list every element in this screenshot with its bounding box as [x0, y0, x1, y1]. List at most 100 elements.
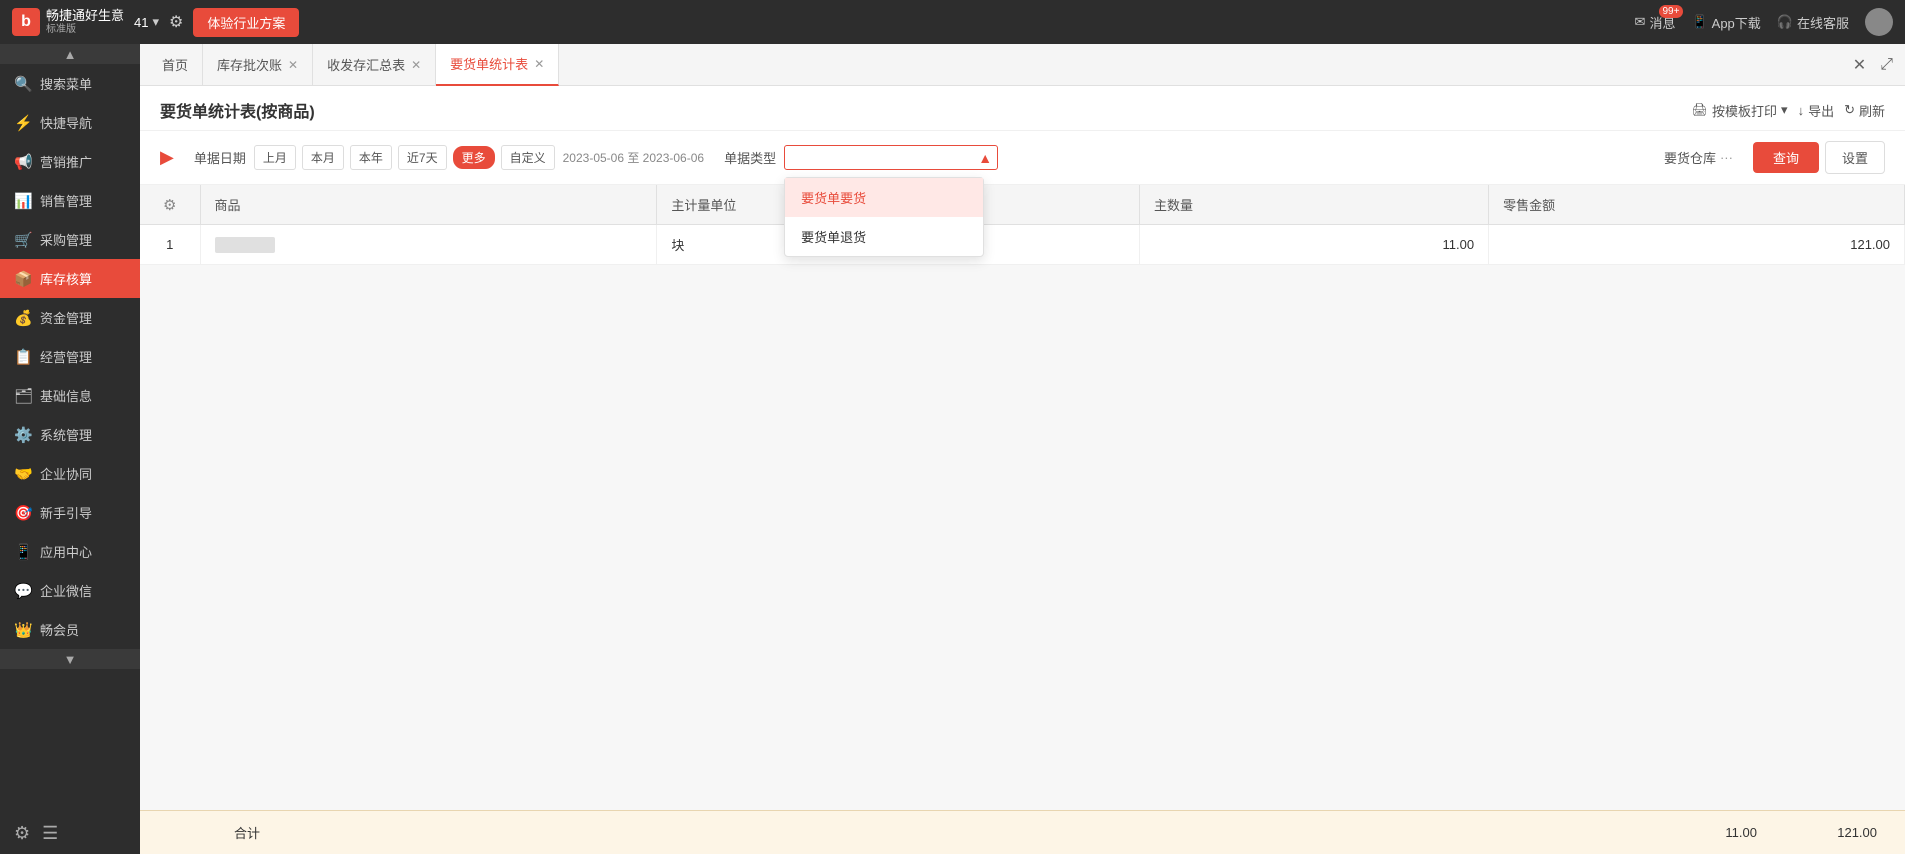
app-name: 畅捷通好生意 — [46, 8, 124, 24]
date-btn-custom[interactable]: 自定义 — [501, 145, 555, 170]
chevron-down-icon: ▾ — [152, 14, 159, 30]
trial-button[interactable]: 体验行业方案 — [193, 8, 299, 37]
sidebar-item-member[interactable]: 👑 畅会员 — [0, 610, 140, 649]
dropdown-item-return-label: 要货单退货 — [801, 230, 866, 245]
sidebar-item-appcenter[interactable]: 📱 应用中心 — [0, 532, 140, 571]
date-btn-7days[interactable]: 近7天 — [398, 145, 447, 170]
tab-order-summary-label: 要货单统计表 — [450, 54, 528, 73]
sidebar-scroll-up[interactable]: ▲ — [0, 44, 140, 64]
date-range: 2023-05-06 至 2023-06-06 — [563, 149, 704, 166]
print-button[interactable]: 🖨 按模板打印 ▾ — [1692, 101, 1788, 120]
sidebar-item-enterprise[interactable]: 🤝 企业协同 — [0, 454, 140, 493]
col-settings[interactable]: ⚙ — [140, 185, 200, 225]
sidebar-item-enterprise-label: 企业协同 — [40, 464, 92, 483]
inventory-icon: 📦 — [14, 270, 32, 288]
col-quantity: 主数量 — [1139, 185, 1488, 225]
basic-icon: 🗂 — [14, 387, 32, 405]
main-layout: ▲ 🔍 搜索菜单 ⚡ 快捷导航 📢 营销推广 📊 销售管理 🛒 采购管理 📦 库… — [0, 44, 1905, 854]
export-button[interactable]: ↓ 导出 — [1798, 101, 1835, 120]
sidebar-item-guide[interactable]: 🎯 新手引导 — [0, 493, 140, 532]
gear-icon[interactable]: ⚙ — [169, 12, 183, 32]
tab-close-all-icon[interactable]: ✕ — [1849, 51, 1870, 79]
tab-order-summary[interactable]: 要货单统计表 ✕ — [436, 44, 559, 86]
type-chevron-icon[interactable]: ▲ — [978, 150, 992, 166]
download-icon: 📱 — [1691, 14, 1707, 30]
sidebar-item-marketing[interactable]: 📢 营销推广 — [0, 142, 140, 181]
messages-button[interactable]: ✉ 消息 99+ — [1635, 13, 1676, 32]
table-area: ⚙ 商品 主计量单位 主数量 零售金额 1 — [140, 185, 1905, 810]
sidebar-item-system[interactable]: ⚙️ 系统管理 — [0, 415, 140, 454]
sales-icon: 📊 — [14, 192, 32, 210]
online-service-button[interactable]: 🎧 在线客服 — [1777, 13, 1849, 32]
sidebar-item-basic[interactable]: 🗂 基础信息 — [0, 376, 140, 415]
service-icon: 🎧 — [1777, 14, 1793, 30]
sidebar-item-wechat[interactable]: 💬 企业微信 — [0, 571, 140, 610]
filter-expand-button[interactable]: ▶ — [160, 147, 174, 168]
footer-values: 11.00 121.00 — [1651, 825, 1891, 840]
sidebar-item-shortcut[interactable]: ⚡ 快捷导航 — [0, 103, 140, 142]
purchase-icon: 🛒 — [14, 231, 32, 249]
sidebar-item-inventory-label: 库存核算 — [40, 269, 92, 288]
dropdown-item-order[interactable]: 要货单要货 — [785, 178, 983, 217]
sidebar-item-marketing-label: 营销推广 — [40, 152, 92, 171]
sidebar-item-finance[interactable]: 💰 资金管理 — [0, 298, 140, 337]
sidebar-item-system-label: 系统管理 — [40, 425, 92, 444]
date-btn-this-month[interactable]: 本月 — [302, 145, 344, 170]
logo-text: 畅捷通好生意 标准版 — [46, 8, 124, 36]
date-btn-more[interactable]: 更多 — [453, 146, 495, 169]
tab-inventory-batch-close[interactable]: ✕ — [288, 58, 298, 72]
wechat-icon: 💬 — [14, 582, 32, 600]
query-button[interactable]: 查询 — [1753, 142, 1819, 173]
operation-icon: 📋 — [14, 348, 32, 366]
top-bar-right: ✉ 消息 99+ 📱 App下载 🎧 在线客服 — [1635, 8, 1893, 36]
date-filter-group: 单据日期 上月 本月 本年 近7天 更多 自定义 2023-05-06 至 20… — [194, 145, 704, 170]
tab-receipt-summary[interactable]: 收发存汇总表 ✕ — [313, 44, 436, 86]
sidebar-menu-icon[interactable]: ☰ — [42, 823, 58, 844]
col-settings-icon[interactable]: ⚙ — [163, 197, 176, 214]
sidebar-scroll-down[interactable]: ▼ — [0, 649, 140, 669]
warehouse-dots-icon[interactable]: ··· — [1720, 150, 1733, 165]
tab-maximize-icon[interactable]: ⤢ — [1876, 52, 1897, 78]
sidebar-item-purchase-label: 采购管理 — [40, 230, 92, 249]
type-input[interactable] — [784, 145, 998, 170]
sidebar-item-sales[interactable]: 📊 销售管理 — [0, 181, 140, 220]
search-icon: 🔍 — [14, 75, 32, 93]
finance-icon: 💰 — [14, 309, 32, 327]
settings-button[interactable]: 设置 — [1825, 141, 1885, 174]
guide-icon: 🎯 — [14, 504, 32, 522]
sidebar-settings-icon[interactable]: ⚙ — [14, 823, 30, 844]
date-shortcuts: 上月 本月 本年 近7天 更多 自定义 — [254, 145, 555, 170]
print-chevron: ▾ — [1781, 102, 1788, 118]
tab-order-summary-close[interactable]: ✕ — [534, 57, 544, 71]
table-row: 1 块 11.00 121.00 — [140, 225, 1905, 265]
sidebar-bottom: ⚙ ☰ — [0, 813, 140, 854]
store-selector[interactable]: 41 ▾ — [134, 14, 159, 30]
sidebar-item-purchase[interactable]: 🛒 采购管理 — [0, 220, 140, 259]
tab-receipt-summary-label: 收发存汇总表 — [327, 55, 405, 74]
footer-label: 合计 — [154, 823, 260, 842]
filter-buttons: 查询 设置 — [1753, 141, 1885, 174]
enterprise-icon: 🤝 — [14, 465, 32, 483]
tab-home[interactable]: 首页 — [148, 44, 203, 86]
refresh-button[interactable]: ↻ 刷新 — [1844, 101, 1885, 120]
col-product: 商品 — [200, 185, 657, 225]
tab-inventory-batch[interactable]: 库存批次账 ✕ — [203, 44, 313, 86]
online-service-label: 在线客服 — [1797, 13, 1849, 32]
sidebar-item-wechat-label: 企业微信 — [40, 581, 92, 600]
app-download-button[interactable]: 📱 App下载 — [1691, 13, 1760, 32]
dropdown-item-return[interactable]: 要货单退货 — [785, 217, 983, 256]
row-no: 1 — [140, 225, 200, 265]
row-quantity: 11.00 — [1139, 225, 1488, 265]
marketing-icon: 📢 — [14, 153, 32, 171]
avatar[interactable] — [1865, 8, 1893, 36]
tab-receipt-summary-close[interactable]: ✕ — [411, 58, 421, 72]
sidebar-item-inventory[interactable]: 📦 库存核算 — [0, 259, 140, 298]
message-icon: ✉ — [1635, 14, 1646, 30]
sidebar-item-search[interactable]: 🔍 搜索菜单 — [0, 64, 140, 103]
date-btn-this-year[interactable]: 本年 — [350, 145, 392, 170]
row-amount: 121.00 — [1489, 225, 1905, 265]
footer-quantity: 11.00 — [1651, 825, 1771, 840]
sidebar-item-operation[interactable]: 📋 经营管理 — [0, 337, 140, 376]
date-btn-last-month[interactable]: 上月 — [254, 145, 296, 170]
sidebar-item-finance-label: 资金管理 — [40, 308, 92, 327]
